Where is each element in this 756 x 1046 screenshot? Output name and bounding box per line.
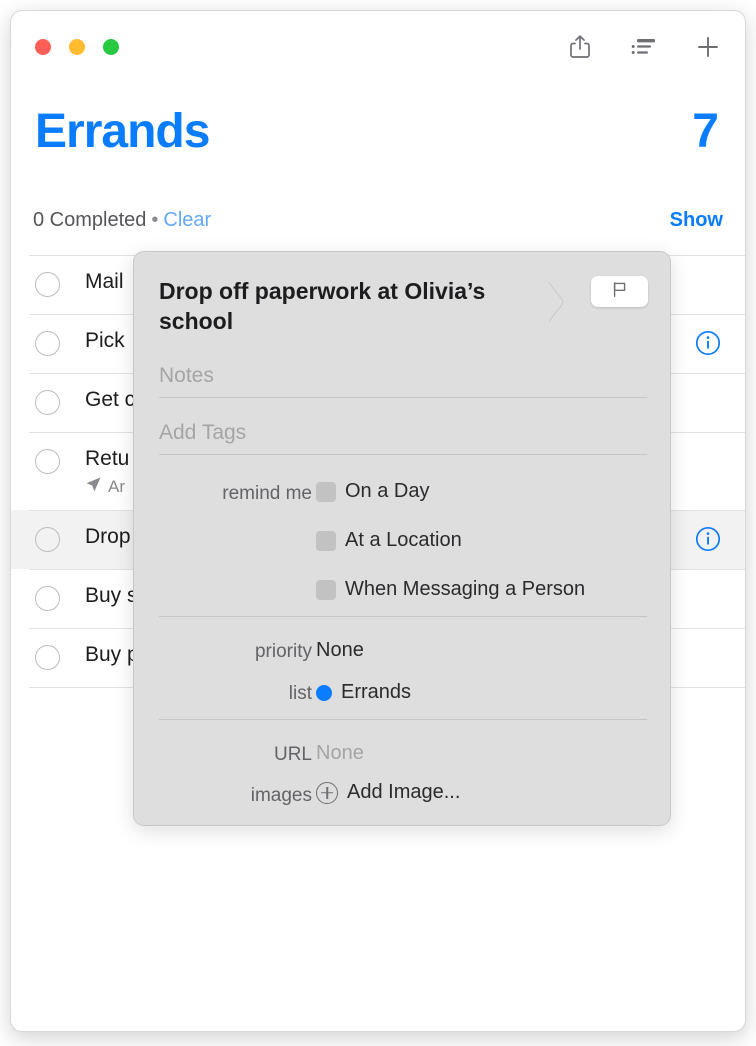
remind-on-a-day-row[interactable]: On a Day	[316, 480, 429, 503]
flag-button[interactable]	[591, 276, 648, 307]
info-icon	[695, 526, 721, 552]
reminder-title: Pick	[85, 329, 125, 352]
clear-completed-link[interactable]: Clear	[163, 209, 211, 231]
reminder-detail-popover: Drop off paperwork at Olivia’s school No…	[133, 251, 671, 826]
list-value-label: Errands	[341, 681, 412, 703]
complete-toggle[interactable]	[35, 645, 60, 670]
flag-icon	[610, 280, 629, 304]
minimize-window-button[interactable]	[69, 39, 85, 55]
on-a-day-checkbox[interactable]	[316, 481, 336, 502]
at-a-location-checkbox[interactable]	[316, 530, 336, 551]
reminder-title: Mail	[85, 270, 124, 293]
show-completed-link[interactable]: Show	[670, 209, 723, 232]
reminder-count: 7	[692, 105, 719, 158]
complete-toggle[interactable]	[35, 449, 60, 474]
add-image-button[interactable]: Add Image...	[316, 781, 460, 804]
page-title: Errands	[35, 105, 210, 158]
summary-separator: •	[151, 209, 159, 231]
maximize-window-button[interactable]	[103, 39, 119, 55]
titlebar	[11, 11, 745, 89]
complete-toggle[interactable]	[35, 527, 60, 552]
popover-pointer	[545, 278, 567, 326]
notes-input[interactable]: Notes	[159, 364, 647, 388]
reminders-window: Errands 7 0 Completed • Clear Show Mail Pi…	[10, 10, 746, 1032]
info-button[interactable]	[695, 526, 721, 552]
reminder-location: Ar	[85, 476, 125, 498]
priority-value[interactable]: None	[316, 639, 364, 662]
popover-divider	[159, 616, 647, 617]
info-icon	[695, 330, 721, 356]
url-label: URL	[273, 744, 312, 765]
priority-label: priority	[254, 641, 312, 662]
at-a-location-label: At a Location	[345, 529, 462, 551]
share-icon	[568, 34, 592, 65]
list-label: list	[288, 683, 312, 704]
toolbar	[565, 33, 723, 65]
complete-toggle[interactable]	[35, 390, 60, 415]
tags-divider	[159, 454, 647, 455]
remind-at-a-location-row[interactable]: At a Location	[316, 529, 462, 552]
url-value[interactable]: None	[316, 742, 364, 765]
complete-toggle[interactable]	[35, 586, 60, 611]
plus-circle-icon	[316, 781, 338, 804]
reminder-title: Drop	[85, 525, 131, 548]
list-color-dot	[316, 684, 332, 701]
add-reminder-button[interactable]	[693, 33, 723, 65]
images-label: images	[250, 785, 312, 806]
when-messaging-checkbox[interactable]	[316, 579, 336, 600]
completed-count-label: 0 Completed	[33, 209, 147, 231]
complete-toggle[interactable]	[35, 272, 60, 297]
close-window-button[interactable]	[35, 39, 51, 55]
plus-icon	[695, 34, 721, 65]
view-options-button[interactable]	[629, 33, 659, 65]
location-arrow-icon	[85, 476, 102, 498]
reminder-location-label: Ar	[108, 477, 125, 496]
tags-input[interactable]: Add Tags	[159, 421, 647, 445]
reminder-title: Buy s	[85, 584, 138, 607]
list-selector[interactable]: Errands	[316, 681, 411, 704]
when-messaging-label: When Messaging a Person	[345, 578, 586, 600]
share-button[interactable]	[565, 33, 595, 65]
popover-divider	[159, 719, 647, 720]
remind-me-label: remind me	[222, 483, 312, 504]
add-image-label: Add Image...	[347, 781, 461, 803]
on-a-day-label: On a Day	[345, 480, 430, 502]
reminder-title: Get c	[85, 388, 136, 411]
reminder-title: Retu	[85, 447, 130, 470]
reminder-title: Buy p	[85, 643, 139, 666]
traffic-lights	[35, 39, 119, 55]
subheader: 0 Completed • Clear Show	[11, 209, 745, 247]
complete-toggle[interactable]	[35, 331, 60, 356]
remind-when-messaging-row[interactable]: When Messaging a Person	[316, 578, 585, 601]
popover-title[interactable]: Drop off paperwork at Olivia’s school	[159, 276, 559, 337]
info-button[interactable]	[695, 330, 721, 356]
completed-summary: 0 Completed • Clear	[33, 209, 211, 232]
list-view-icon	[631, 36, 657, 63]
notes-divider	[159, 397, 647, 398]
